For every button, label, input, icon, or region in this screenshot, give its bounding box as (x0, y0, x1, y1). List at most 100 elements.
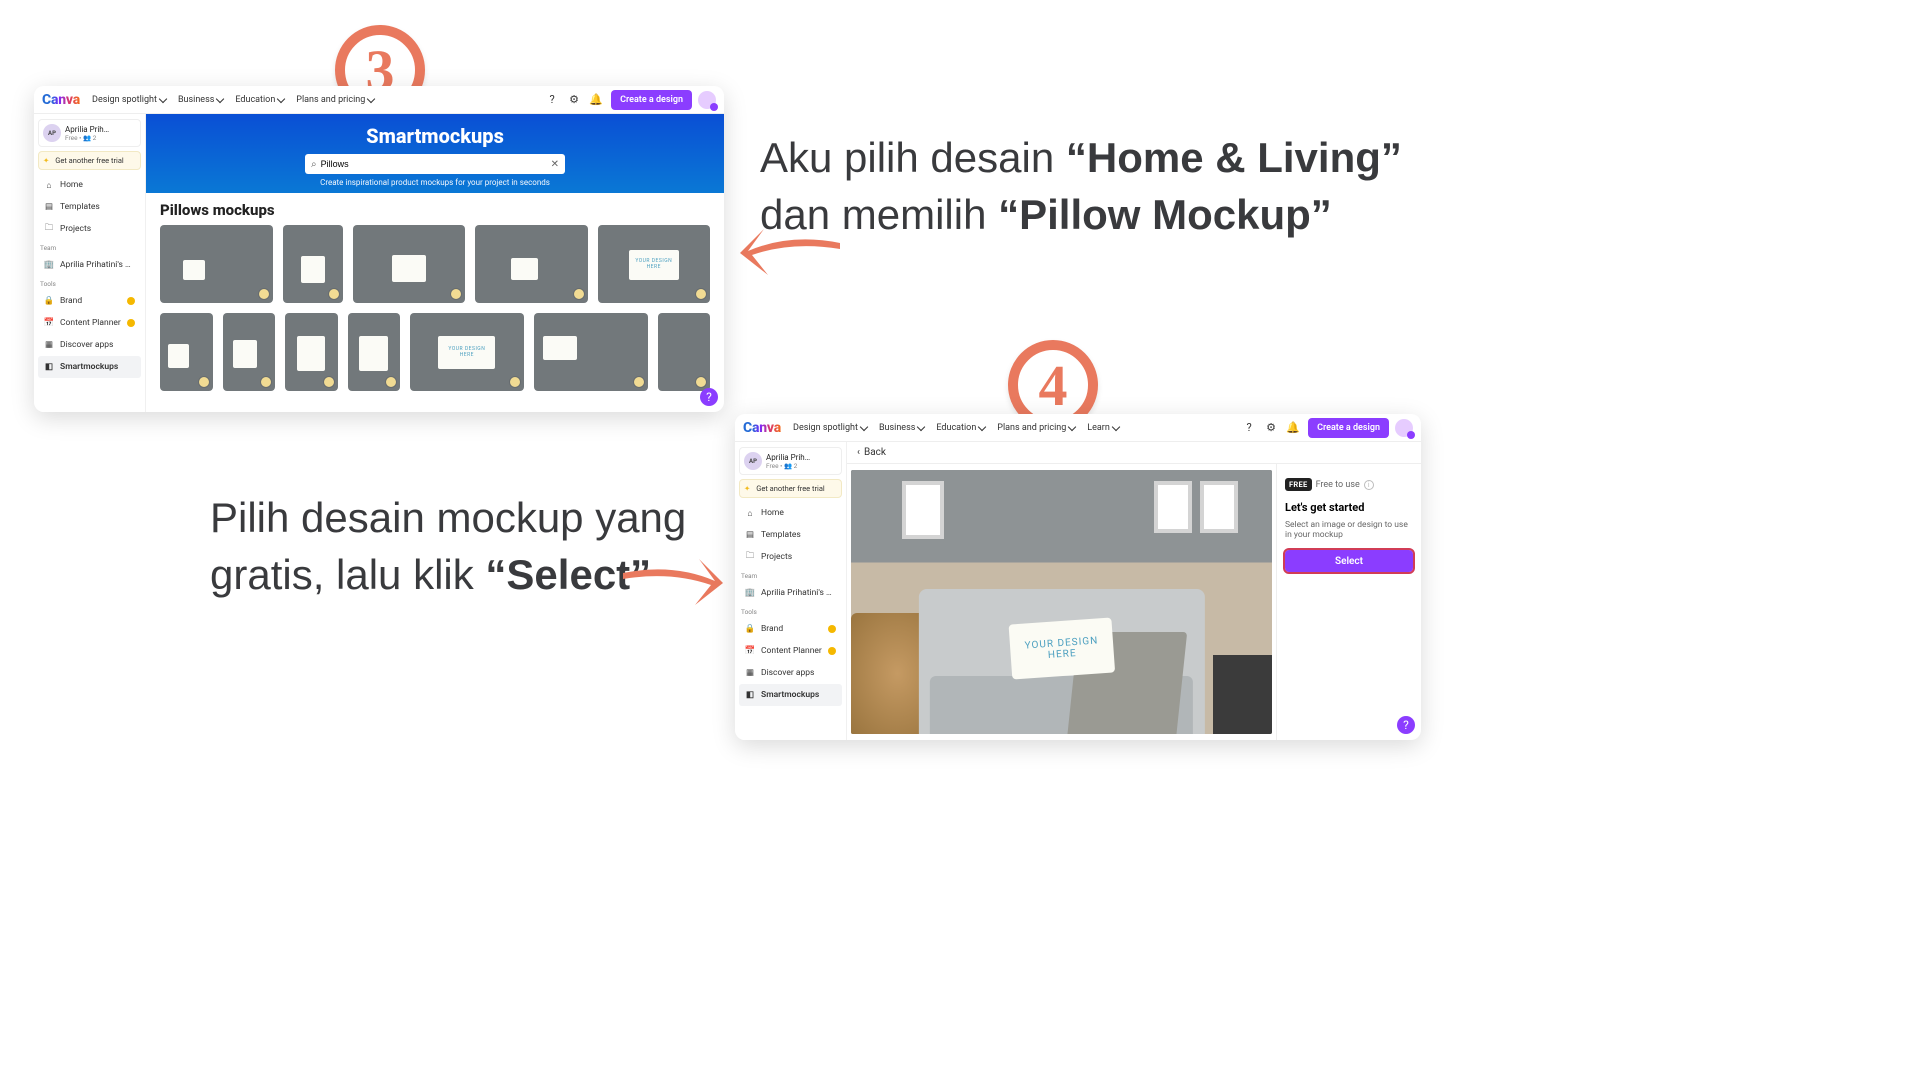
main-content: Smartmockups ⌕ ✕ Create inspirational pr… (146, 114, 724, 412)
clear-icon[interactable]: ✕ (551, 159, 559, 170)
sidebar-item-content-planner[interactable]: 📅Content Planner (739, 640, 842, 662)
sidebar-item-team[interactable]: 🏢Aprilia Prihatini's … (739, 582, 842, 604)
sidebar-item-brand[interactable]: 🔒Brand (739, 618, 842, 640)
team-label: Team (34, 240, 145, 254)
nav-education[interactable]: Education (235, 95, 284, 105)
sidebar-item-home[interactable]: ⌂Home (38, 174, 141, 196)
search-input[interactable] (321, 159, 547, 169)
nav-business[interactable]: Business (879, 423, 924, 433)
mockup-card[interactable] (353, 225, 466, 303)
hero-title: Smartmockups (146, 124, 724, 148)
mockup-card[interactable]: YOUR DESIGN HERE (598, 225, 711, 303)
sidebar-item-smartmockups[interactable]: ◧Smartmockups (739, 684, 842, 706)
avatar[interactable] (1395, 419, 1413, 437)
sidebar-item-team[interactable]: 🏢Aprilia Prihatini's … (38, 254, 141, 276)
sidebar-item-projects[interactable]: 🗀Projects (739, 546, 842, 568)
templates-icon: ▤ (44, 202, 54, 212)
trial-banner[interactable]: Get another free trial (38, 151, 141, 170)
nav-design-spotlight[interactable]: Design spotlight (92, 95, 166, 105)
calendar-icon: 📅 (745, 646, 755, 656)
bell-icon[interactable]: 🔔 (587, 91, 605, 109)
smartmockups-hero: Smartmockups ⌕ ✕ Create inspirational pr… (146, 114, 724, 193)
team-label: Team (735, 568, 846, 582)
help-icon[interactable]: ? (1240, 419, 1258, 437)
mockup-card[interactable] (658, 313, 711, 391)
hero-subtitle: Create inspirational product mockups for… (146, 178, 724, 187)
mockup-card[interactable] (348, 313, 401, 391)
sidebar-item-brand[interactable]: 🔒Brand (38, 290, 141, 312)
license-info: FREE Free to use i (1285, 478, 1413, 491)
avatar-small: AP (744, 452, 762, 470)
nav-business[interactable]: Business (178, 95, 223, 105)
crown-icon (828, 647, 836, 655)
help-icon[interactable]: ? (543, 91, 561, 109)
gear-icon[interactable]: ⚙ (565, 91, 583, 109)
avatar-small: AP (43, 124, 61, 142)
sidebar-item-content-planner[interactable]: 📅Content Planner (38, 312, 141, 334)
team-icon: 🏢 (745, 588, 755, 598)
nav-plans[interactable]: Plans and pricing (997, 423, 1075, 433)
sidebar-item-templates[interactable]: ▤Templates (739, 524, 842, 546)
fab-help[interactable]: ? (1397, 716, 1415, 734)
gear-icon[interactable]: ⚙ (1262, 419, 1280, 437)
folder-icon: 🗀 (44, 224, 54, 234)
back-button[interactable]: ‹ Back (847, 442, 1421, 464)
nav-design-spotlight[interactable]: Design spotlight (793, 423, 867, 433)
sidebar-item-projects[interactable]: 🗀Projects (38, 218, 141, 240)
canva-logo[interactable]: Canva (42, 92, 80, 108)
apps-icon: ▦ (44, 340, 54, 350)
folder-icon: 🗀 (745, 552, 755, 562)
account-switcher[interactable]: AP Aprilia Prih… Free • 👥 2 (38, 119, 141, 147)
canva-window-smartmockups: Canva Design spotlight Business Educatio… (34, 86, 724, 412)
pillow-placeholder: YOUR DESIGN HERE (1008, 617, 1115, 679)
create-design-button[interactable]: Create a design (1308, 418, 1389, 438)
avatar[interactable] (698, 91, 716, 109)
sidebar-item-discover[interactable]: ▦Discover apps (38, 334, 141, 356)
sidebar-item-home[interactable]: ⌂Home (739, 502, 842, 524)
user-name: Aprilia Prih… (65, 125, 109, 134)
sidebar: AP Aprilia Prih… Free • 👥 2 Get another … (735, 442, 847, 740)
nav-plans[interactable]: Plans and pricing (296, 95, 374, 105)
mockup-card[interactable] (223, 313, 276, 391)
mockup-card[interactable] (475, 225, 588, 303)
mockup-card[interactable]: YOUR DESIGN HERE (410, 313, 524, 391)
annotation-1: Aku pilih desain “Home & Living” dan mem… (760, 130, 1440, 243)
sidebar-item-smartmockups[interactable]: ◧Smartmockups (38, 356, 141, 378)
arrow-left-1 (740, 225, 840, 277)
bell-icon[interactable]: 🔔 (1284, 419, 1302, 437)
arrow-right-1 (623, 555, 723, 607)
tools-label: Tools (34, 276, 145, 290)
canva-logo[interactable]: Canva (743, 420, 781, 436)
trial-banner[interactable]: Get another free trial (739, 479, 842, 498)
account-switcher[interactable]: AP Aprilia Prih… Free • 👥 2 (739, 447, 842, 475)
create-design-button[interactable]: Create a design (611, 90, 692, 110)
getting-started-desc: Select an image or design to use in your… (1285, 520, 1413, 540)
nav-learn[interactable]: Learn (1087, 423, 1119, 433)
info-icon[interactable]: i (1364, 480, 1374, 490)
canva-window-mockup-detail: Canva Design spotlight Business Educatio… (735, 414, 1421, 740)
mockup-card[interactable] (285, 313, 338, 391)
fab-help[interactable]: ? (700, 388, 718, 406)
templates-icon: ▤ (745, 530, 755, 540)
team-icon: 🏢 (44, 260, 54, 270)
sidebar-item-templates[interactable]: ▤Templates (38, 196, 141, 218)
sidebar-item-discover[interactable]: ▦Discover apps (739, 662, 842, 684)
user-plan: Free • 👥 2 (65, 134, 109, 142)
user-name: Aprilia Prih… (766, 453, 810, 462)
mockup-card[interactable] (534, 313, 648, 391)
free-badge: FREE (1285, 478, 1312, 491)
main-content: ‹ Back YOUR DESIGN HERE (847, 442, 1421, 740)
calendar-icon: 📅 (44, 318, 54, 328)
mockup-card[interactable] (160, 313, 213, 391)
crown-icon (127, 319, 135, 327)
smartmockups-icon: ◧ (745, 690, 755, 700)
chevron-left-icon: ‹ (857, 447, 860, 458)
mockup-card[interactable] (283, 225, 343, 303)
select-button[interactable]: Select (1285, 550, 1413, 572)
search-field[interactable]: ⌕ ✕ (305, 154, 565, 174)
mockup-card[interactable] (160, 225, 273, 303)
crown-icon (828, 625, 836, 633)
nav-education[interactable]: Education (936, 423, 985, 433)
search-icon: ⌕ (311, 159, 317, 170)
getting-started-title: Let's get started (1285, 501, 1413, 514)
